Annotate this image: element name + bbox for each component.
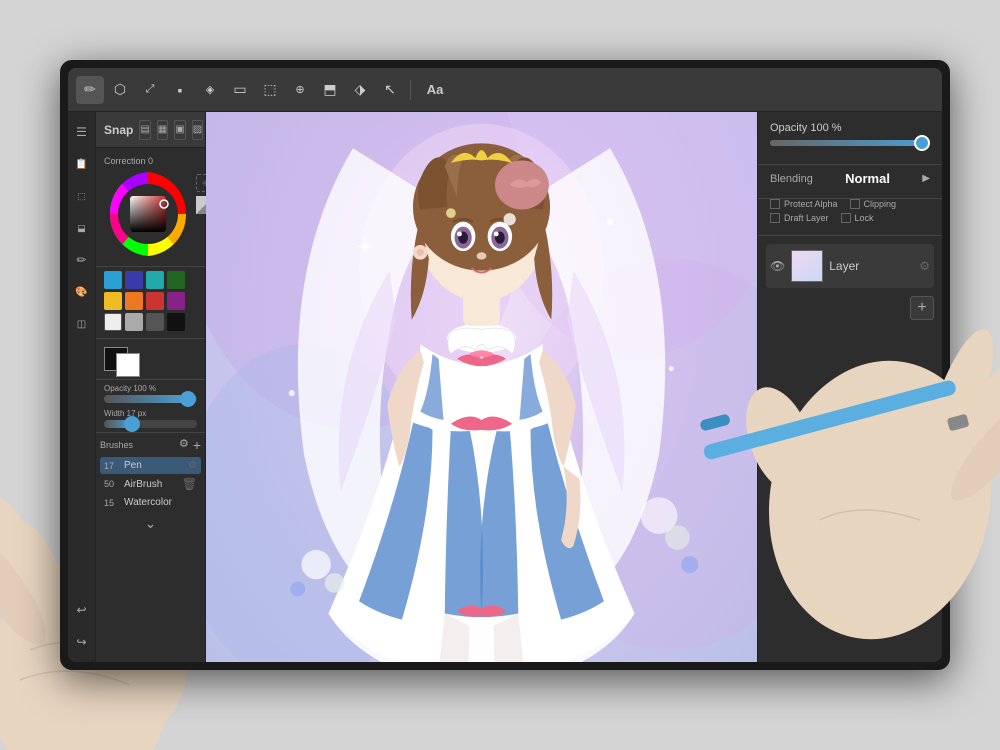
background-color[interactable] <box>116 353 140 377</box>
swatch-teal[interactable] <box>146 271 164 289</box>
layers-btn[interactable]: ◫ <box>70 312 94 336</box>
swatch-darkblue[interactable] <box>125 271 143 289</box>
blending-dropdown-icon[interactable]: ▶ <box>922 173 930 184</box>
width-slider[interactable] <box>104 420 197 428</box>
transform-btn[interactable]: ⬗ <box>346 76 374 104</box>
show-more-brushes-btn[interactable]: ⌄ <box>100 511 201 536</box>
width-slider-row: Width 17 px <box>104 409 197 418</box>
arrow-btn[interactable]: ↖ <box>376 76 404 104</box>
eyedropper-btn[interactable]: ⊕ <box>286 76 314 104</box>
color-wheel[interactable] <box>104 170 192 258</box>
move-tool-btn[interactable]: ⤢ <box>136 76 164 104</box>
right-hand <box>680 220 1000 640</box>
sliders-area: Opacity 100 % Width 17 px <box>96 380 205 433</box>
menu-btn[interactable]: ☰ <box>70 120 94 144</box>
fg-bg-area <box>96 339 205 380</box>
swatch-orange[interactable] <box>125 292 143 310</box>
delete-brush-icon[interactable]: 🗑 <box>182 477 197 491</box>
swatch-blue[interactable] <box>104 271 122 289</box>
swatch-purple[interactable] <box>167 292 185 310</box>
protect-alpha-label: Protect Alpha <box>784 199 838 209</box>
far-left-tools: ☰ 📋 ⬚ ⬓ ✏ 🎨 ◫ ↩ ↪ <box>68 112 96 662</box>
brush-list-header: Brushes <box>100 440 133 450</box>
undo-btn[interactable]: ↩ <box>70 598 94 622</box>
snap-grid-4[interactable]: ▨ <box>192 120 203 140</box>
opacity-label: Opacity 100 % <box>770 122 930 134</box>
snap-label: Snap <box>104 123 133 137</box>
snap-grid-3[interactable]: ▣ <box>174 120 185 140</box>
opacity-slider[interactable] <box>104 395 197 403</box>
pen-name: Pen <box>124 460 184 471</box>
brush-item-pen[interactable]: 17 Pen ⚙ <box>100 457 201 474</box>
brush-tool-btn[interactable]: ✏ <box>70 248 94 272</box>
swatch-yellow[interactable] <box>104 292 122 310</box>
swatch-lightgray[interactable] <box>125 313 143 331</box>
clipping-checkbox[interactable]: Clipping <box>850 199 897 209</box>
fg-bg-container <box>104 343 142 375</box>
brush-item-airbrush[interactable]: 50 AirBrush 🗑 <box>100 474 201 494</box>
swatches-area <box>96 267 205 339</box>
checkbox-row-1: Protect Alpha Clipping <box>770 199 930 209</box>
swatch-row-2 <box>104 292 197 310</box>
opacity-slider[interactable] <box>770 140 930 146</box>
pen-num: 17 <box>104 461 120 471</box>
text-btn[interactable]: Aa <box>417 76 453 104</box>
airbrush-name: AirBrush <box>124 479 178 490</box>
swatch-row-1 <box>104 271 197 289</box>
snap-bar: Snap ▤ ▦ ▣ ▨ ◎ • <box>96 112 205 148</box>
swatch-darkgray[interactable] <box>146 313 164 331</box>
brush-list: Brushes ⚙ + 17 Pen ⚙ 50 AirBrush <box>96 433 205 662</box>
protect-alpha-checkbox[interactable]: Protect Alpha <box>770 199 838 209</box>
brush-item-watercolor[interactable]: 15 Watercolor <box>100 494 201 511</box>
blending-row: Blending Normal ▶ <box>770 171 930 186</box>
clipping-label: Clipping <box>864 199 897 209</box>
canvas-area[interactable] <box>206 112 757 662</box>
clipping-box[interactable] <box>850 199 860 209</box>
new-file-btn[interactable]: 📋 <box>70 152 94 176</box>
airbrush-num: 50 <box>104 479 120 489</box>
top-toolbar: ✏ ⬡ ⤢ ▪ ◈ ▭ ⬚ ⊕ ⬒ ⬗ ↖ Aa <box>68 68 942 112</box>
layer-select-btn[interactable]: ⬓ <box>70 216 94 240</box>
toolbar-separator <box>410 80 411 100</box>
rect-tool-btn[interactable]: ▭ <box>226 76 254 104</box>
redo-btn[interactable]: ↪ <box>70 630 94 654</box>
select-region-btn[interactable]: ⬚ <box>70 184 94 208</box>
eraser-tool-btn[interactable]: ⬡ <box>106 76 134 104</box>
pencil-tool-btn[interactable]: ✏ <box>76 76 104 104</box>
color-picker-btn[interactable]: 🎨 <box>70 280 94 304</box>
snap-grid-2[interactable]: ▦ <box>157 120 168 140</box>
color-section: Correction 0 <box>96 148 205 267</box>
opacity-label: Opacity 100 % <box>104 384 159 393</box>
swatch-white[interactable] <box>104 313 122 331</box>
blending-section: Blending Normal ▶ <box>758 165 942 199</box>
rect-select-btn[interactable]: ▪ <box>166 76 194 104</box>
blending-label: Blending <box>770 173 813 185</box>
swatch-green[interactable] <box>167 271 185 289</box>
dotted-rect-btn[interactable]: ⬚ <box>256 76 284 104</box>
protect-alpha-box[interactable] <box>770 199 780 209</box>
watercolor-name: Watercolor <box>124 497 197 508</box>
opacity-section: Opacity 100 % <box>758 112 942 165</box>
canvas-with-snap <box>206 112 757 662</box>
correction-label: Correction 0 <box>104 156 197 166</box>
swatch-black[interactable] <box>167 313 185 331</box>
swatch-red[interactable] <box>146 292 164 310</box>
add-brush-btn[interactable]: + <box>193 437 201 453</box>
stamp-btn[interactable]: ⬒ <box>316 76 344 104</box>
fill-tool-btn[interactable]: ◈ <box>196 76 224 104</box>
swatch-row-3 <box>104 313 197 331</box>
snap-grid-1[interactable]: ▤ <box>139 120 150 140</box>
watercolor-num: 15 <box>104 498 120 508</box>
brush-settings-btn[interactable]: ⚙ <box>179 437 189 453</box>
canvas-illustration <box>206 112 757 662</box>
pen-settings-icon[interactable]: ⚙ <box>188 460 197 471</box>
blending-value: Normal <box>845 171 890 186</box>
left-sidebar: Snap ▤ ▦ ▣ ▨ ◎ • Correction 0 <box>96 112 206 662</box>
